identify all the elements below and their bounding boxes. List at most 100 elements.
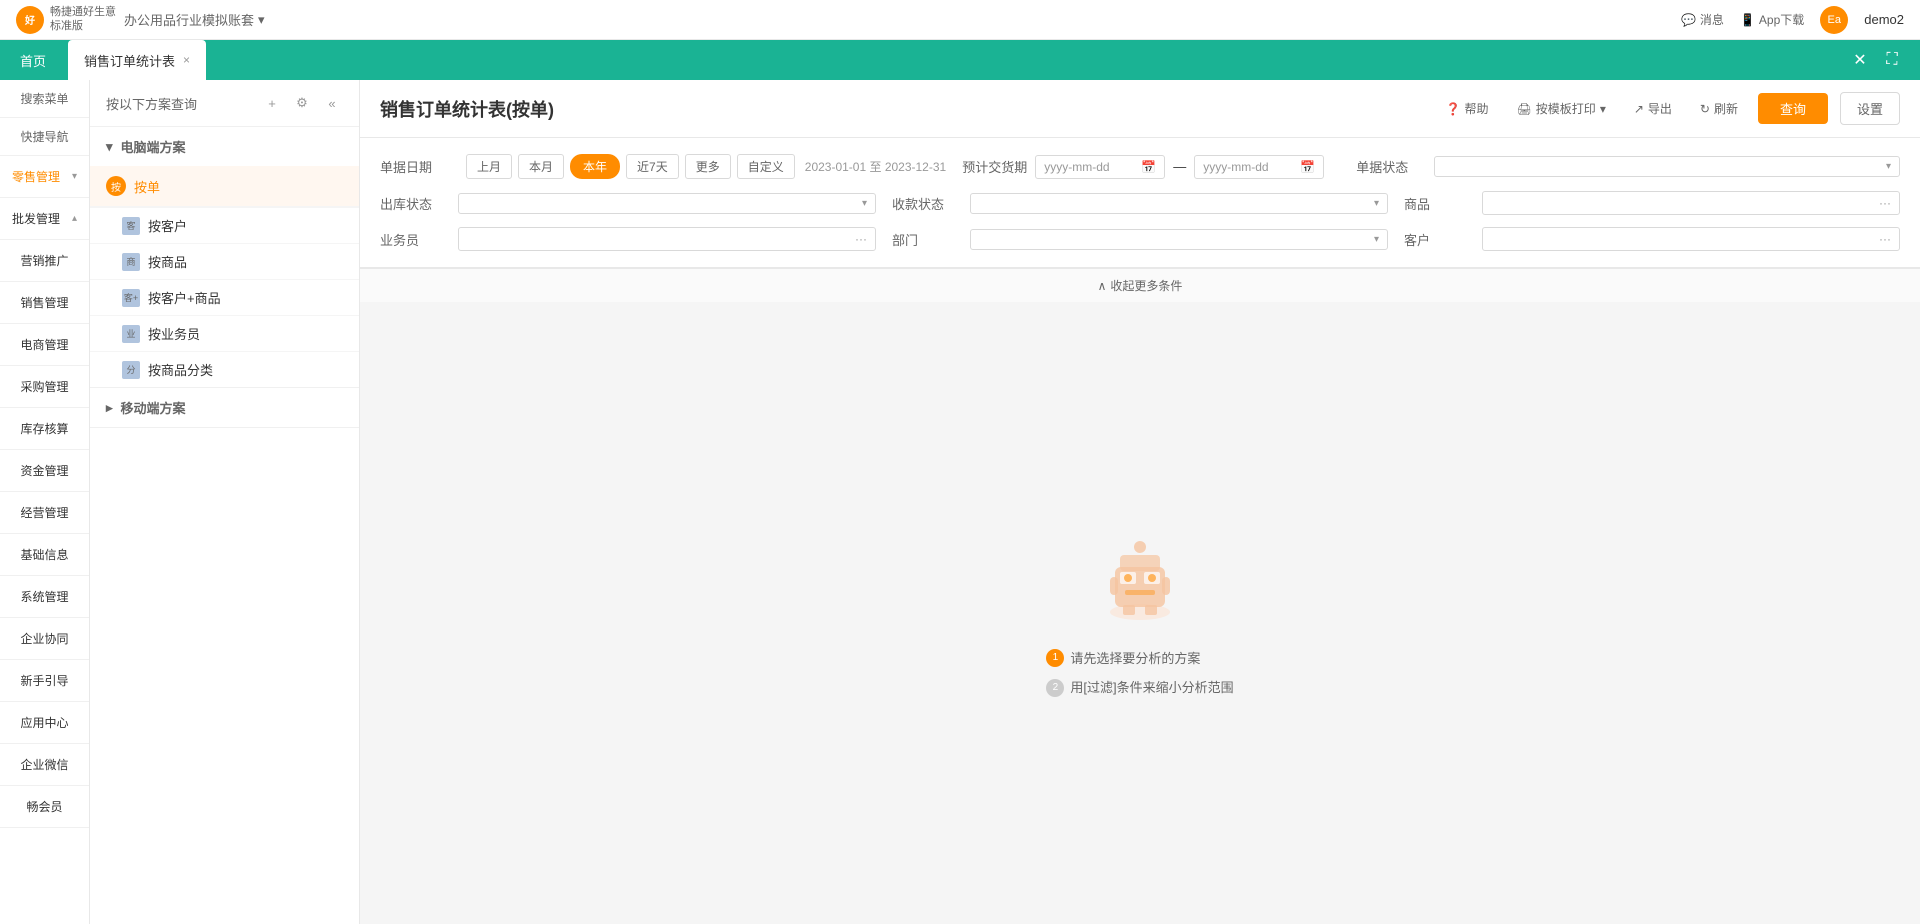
plan-by-product-category[interactable]: 分 按商品分类 — [90, 351, 359, 387]
last-month-btn[interactable]: 上月 — [466, 154, 512, 179]
template-print-button[interactable]: 🖨 按模板打印 ▾ — [1509, 96, 1614, 121]
tab-close-button[interactable]: × — [183, 53, 190, 67]
more-options-icon[interactable]: ··· — [1879, 232, 1891, 246]
calendar-icon: 📅 — [1300, 160, 1315, 174]
window-expand-button[interactable]: ⛶ — [1880, 48, 1904, 72]
sidebar: 搜索菜单 快捷导航 零售管理 ▾ 批发管理 ▴ 营销推广 销售管理 电商管理 采… — [0, 80, 90, 924]
add-plan-button[interactable]: + — [261, 92, 283, 114]
sidebar-item-guide[interactable]: 新手引导 — [0, 660, 89, 702]
left-panel-header: 按以下方案查询 + ⚙ « — [90, 80, 359, 127]
tab-home[interactable]: 首页 — [0, 40, 66, 80]
filter-row-1: 单据日期 上月 本月 本年 近7天 更多 自定义 2023-01-01 至 20… — [380, 154, 1900, 179]
sidebar-item-member[interactable]: 畅会员 — [0, 786, 89, 828]
more-btn[interactable]: 更多 — [685, 154, 731, 179]
top-bar-right: 💬 消息 📱 App下载 Ea demo2 — [1681, 6, 1904, 34]
logo-area: 好 畅捷通好生意 标准版 — [16, 6, 116, 34]
this-year-btn[interactable]: 本年 — [570, 154, 620, 179]
sidebar-item-operations[interactable]: 经营管理 — [0, 492, 89, 534]
tab-bar: 首页 销售订单统计表 × ✕ ⛶ — [0, 40, 1920, 80]
collapse-panel-button[interactable]: « — [321, 92, 343, 114]
sidebar-item-wechat[interactable]: 企业微信 — [0, 744, 89, 786]
refresh-button[interactable]: ↻ 刷新 — [1692, 96, 1746, 121]
sidebar-item-purchase[interactable]: 采购管理 — [0, 366, 89, 408]
refresh-icon: ↻ — [1700, 102, 1710, 116]
chevron-down-icon: ▾ — [1886, 161, 1891, 172]
sidebar-nav[interactable]: 快捷导航 — [0, 118, 89, 156]
page-title: 销售订单统计表(按单) — [380, 96, 554, 122]
plan-by-order-icon: 按 — [106, 176, 126, 196]
calendar-icon: 📅 — [1141, 160, 1156, 174]
salesperson-label: 业务员 — [380, 230, 450, 249]
empty-icon — [1090, 527, 1190, 627]
this-month-btn[interactable]: 本月 — [518, 154, 564, 179]
sidebar-search[interactable]: 搜索菜单 — [0, 80, 89, 118]
window-close-button[interactable]: ✕ — [1848, 48, 1872, 72]
plan-by-sp-icon: 业 — [122, 325, 140, 343]
page-header: 销售订单统计表(按单) ❓ 帮助 🖨 按模板打印 ▾ ↗ — [360, 80, 1920, 138]
filter-row-2: 出库状态 ▾ 收款状态 ▾ — [380, 191, 1900, 215]
sidebar-item-wholesale[interactable]: 批发管理 ▴ — [0, 198, 89, 240]
filter-panel: 单据日期 上月 本月 本年 近7天 更多 自定义 2023-01-01 至 20… — [360, 138, 1920, 268]
app-download-button[interactable]: 📱 App下载 — [1740, 11, 1804, 28]
messages-button[interactable]: 💬 消息 — [1681, 11, 1724, 28]
payment-select[interactable]: ▾ — [970, 193, 1388, 214]
sidebar-item-retail[interactable]: 零售管理 ▾ — [0, 156, 89, 198]
user-name[interactable]: demo2 — [1864, 12, 1904, 27]
plan-by-product[interactable]: 商 按商品 — [90, 243, 359, 279]
download-icon: 📱 — [1740, 13, 1755, 27]
sidebar-item-finance[interactable]: 资金管理 — [0, 450, 89, 492]
custom-btn[interactable]: 自定义 — [737, 154, 795, 179]
sidebar-item-inventory[interactable]: 库存核算 — [0, 408, 89, 450]
query-button[interactable]: 查询 — [1758, 93, 1828, 124]
settings-button[interactable]: 设置 — [1840, 92, 1900, 125]
pc-group-header[interactable]: ▾ 电脑端方案 — [90, 127, 359, 166]
more-options-icon[interactable]: ··· — [1879, 196, 1891, 210]
delivery-end-date[interactable]: yyyy-mm-dd 📅 — [1194, 155, 1324, 179]
shipment-select[interactable]: ▾ — [458, 193, 876, 214]
plan-by-customer-product[interactable]: 客+ 按客户+商品 — [90, 279, 359, 315]
sidebar-item-basic-info[interactable]: 基础信息 — [0, 534, 89, 576]
department-select[interactable]: ▾ — [970, 229, 1388, 250]
content-area: 按以下方案查询 + ⚙ « ▾ 电脑端方案 按 按单 — [90, 80, 1920, 924]
tab-active[interactable]: 销售订单统计表 × — [68, 40, 206, 80]
sidebar-item-sales[interactable]: 销售管理 — [0, 282, 89, 324]
workspace-selector[interactable]: 办公用品行业模拟账套 ▾ — [124, 10, 265, 29]
status-select[interactable]: ▾ — [1434, 156, 1900, 177]
page-header-actions: ❓ 帮助 🖨 按模板打印 ▾ ↗ 导出 ↻ — [1438, 92, 1900, 125]
goods-label: 商品 — [1404, 194, 1474, 213]
goods-select[interactable]: ··· — [1482, 191, 1900, 215]
empty-text: 1 请先选择要分析的方案 2 用[过滤]条件来缩小分析范围 — [1046, 647, 1233, 700]
export-button[interactable]: ↗ 导出 — [1626, 96, 1680, 121]
chevron-down-icon: ▾ — [258, 12, 265, 28]
delivery-start-date[interactable]: yyyy-mm-dd 📅 — [1035, 155, 1165, 179]
settings-plan-button[interactable]: ⚙ — [291, 92, 313, 114]
plan-by-customer[interactable]: 客 按客户 — [90, 207, 359, 243]
plan-by-salesperson[interactable]: 业 按业务员 — [90, 315, 359, 351]
logo-icon: 好 — [16, 6, 44, 34]
mobile-group-header[interactable]: ▸ 移动端方案 — [90, 388, 359, 427]
salesperson-select[interactable]: ··· — [458, 227, 876, 251]
main-layout: 搜索菜单 快捷导航 零售管理 ▾ 批发管理 ▴ 营销推广 销售管理 电商管理 采… — [0, 80, 1920, 924]
export-icon: ↗ — [1634, 102, 1644, 116]
last-7-btn[interactable]: 近7天 — [626, 154, 679, 179]
customer-select[interactable]: ··· — [1482, 227, 1900, 251]
sidebar-item-app-center[interactable]: 应用中心 — [0, 702, 89, 744]
left-panel-title: 按以下方案查询 — [106, 94, 197, 113]
message-icon: 💬 — [1681, 13, 1696, 27]
plan-by-order[interactable]: 按 按单 — [90, 166, 359, 207]
department-label: 部门 — [892, 230, 962, 249]
more-options-icon[interactable]: ··· — [855, 232, 867, 246]
collapse-up-icon: ∧ — [1098, 279, 1107, 293]
sidebar-item-system[interactable]: 系统管理 — [0, 576, 89, 618]
chevron-down-icon: ▾ — [72, 171, 77, 182]
chevron-right-icon: ▸ — [106, 400, 113, 416]
help-icon: ❓ — [1446, 102, 1461, 116]
logo-text: 畅捷通好生意 标准版 — [50, 6, 116, 32]
sidebar-item-enterprise[interactable]: 企业协同 — [0, 618, 89, 660]
collapse-bar[interactable]: ∧ 收起更多条件 — [360, 268, 1920, 302]
sidebar-item-marketing[interactable]: 营销推广 — [0, 240, 89, 282]
date-range-text: 2023-01-01 至 2023-12-31 — [805, 158, 946, 175]
plan-by-cp-icon: 客+ — [122, 289, 140, 307]
help-button[interactable]: ❓ 帮助 — [1438, 96, 1497, 121]
sidebar-item-ecommerce[interactable]: 电商管理 — [0, 324, 89, 366]
